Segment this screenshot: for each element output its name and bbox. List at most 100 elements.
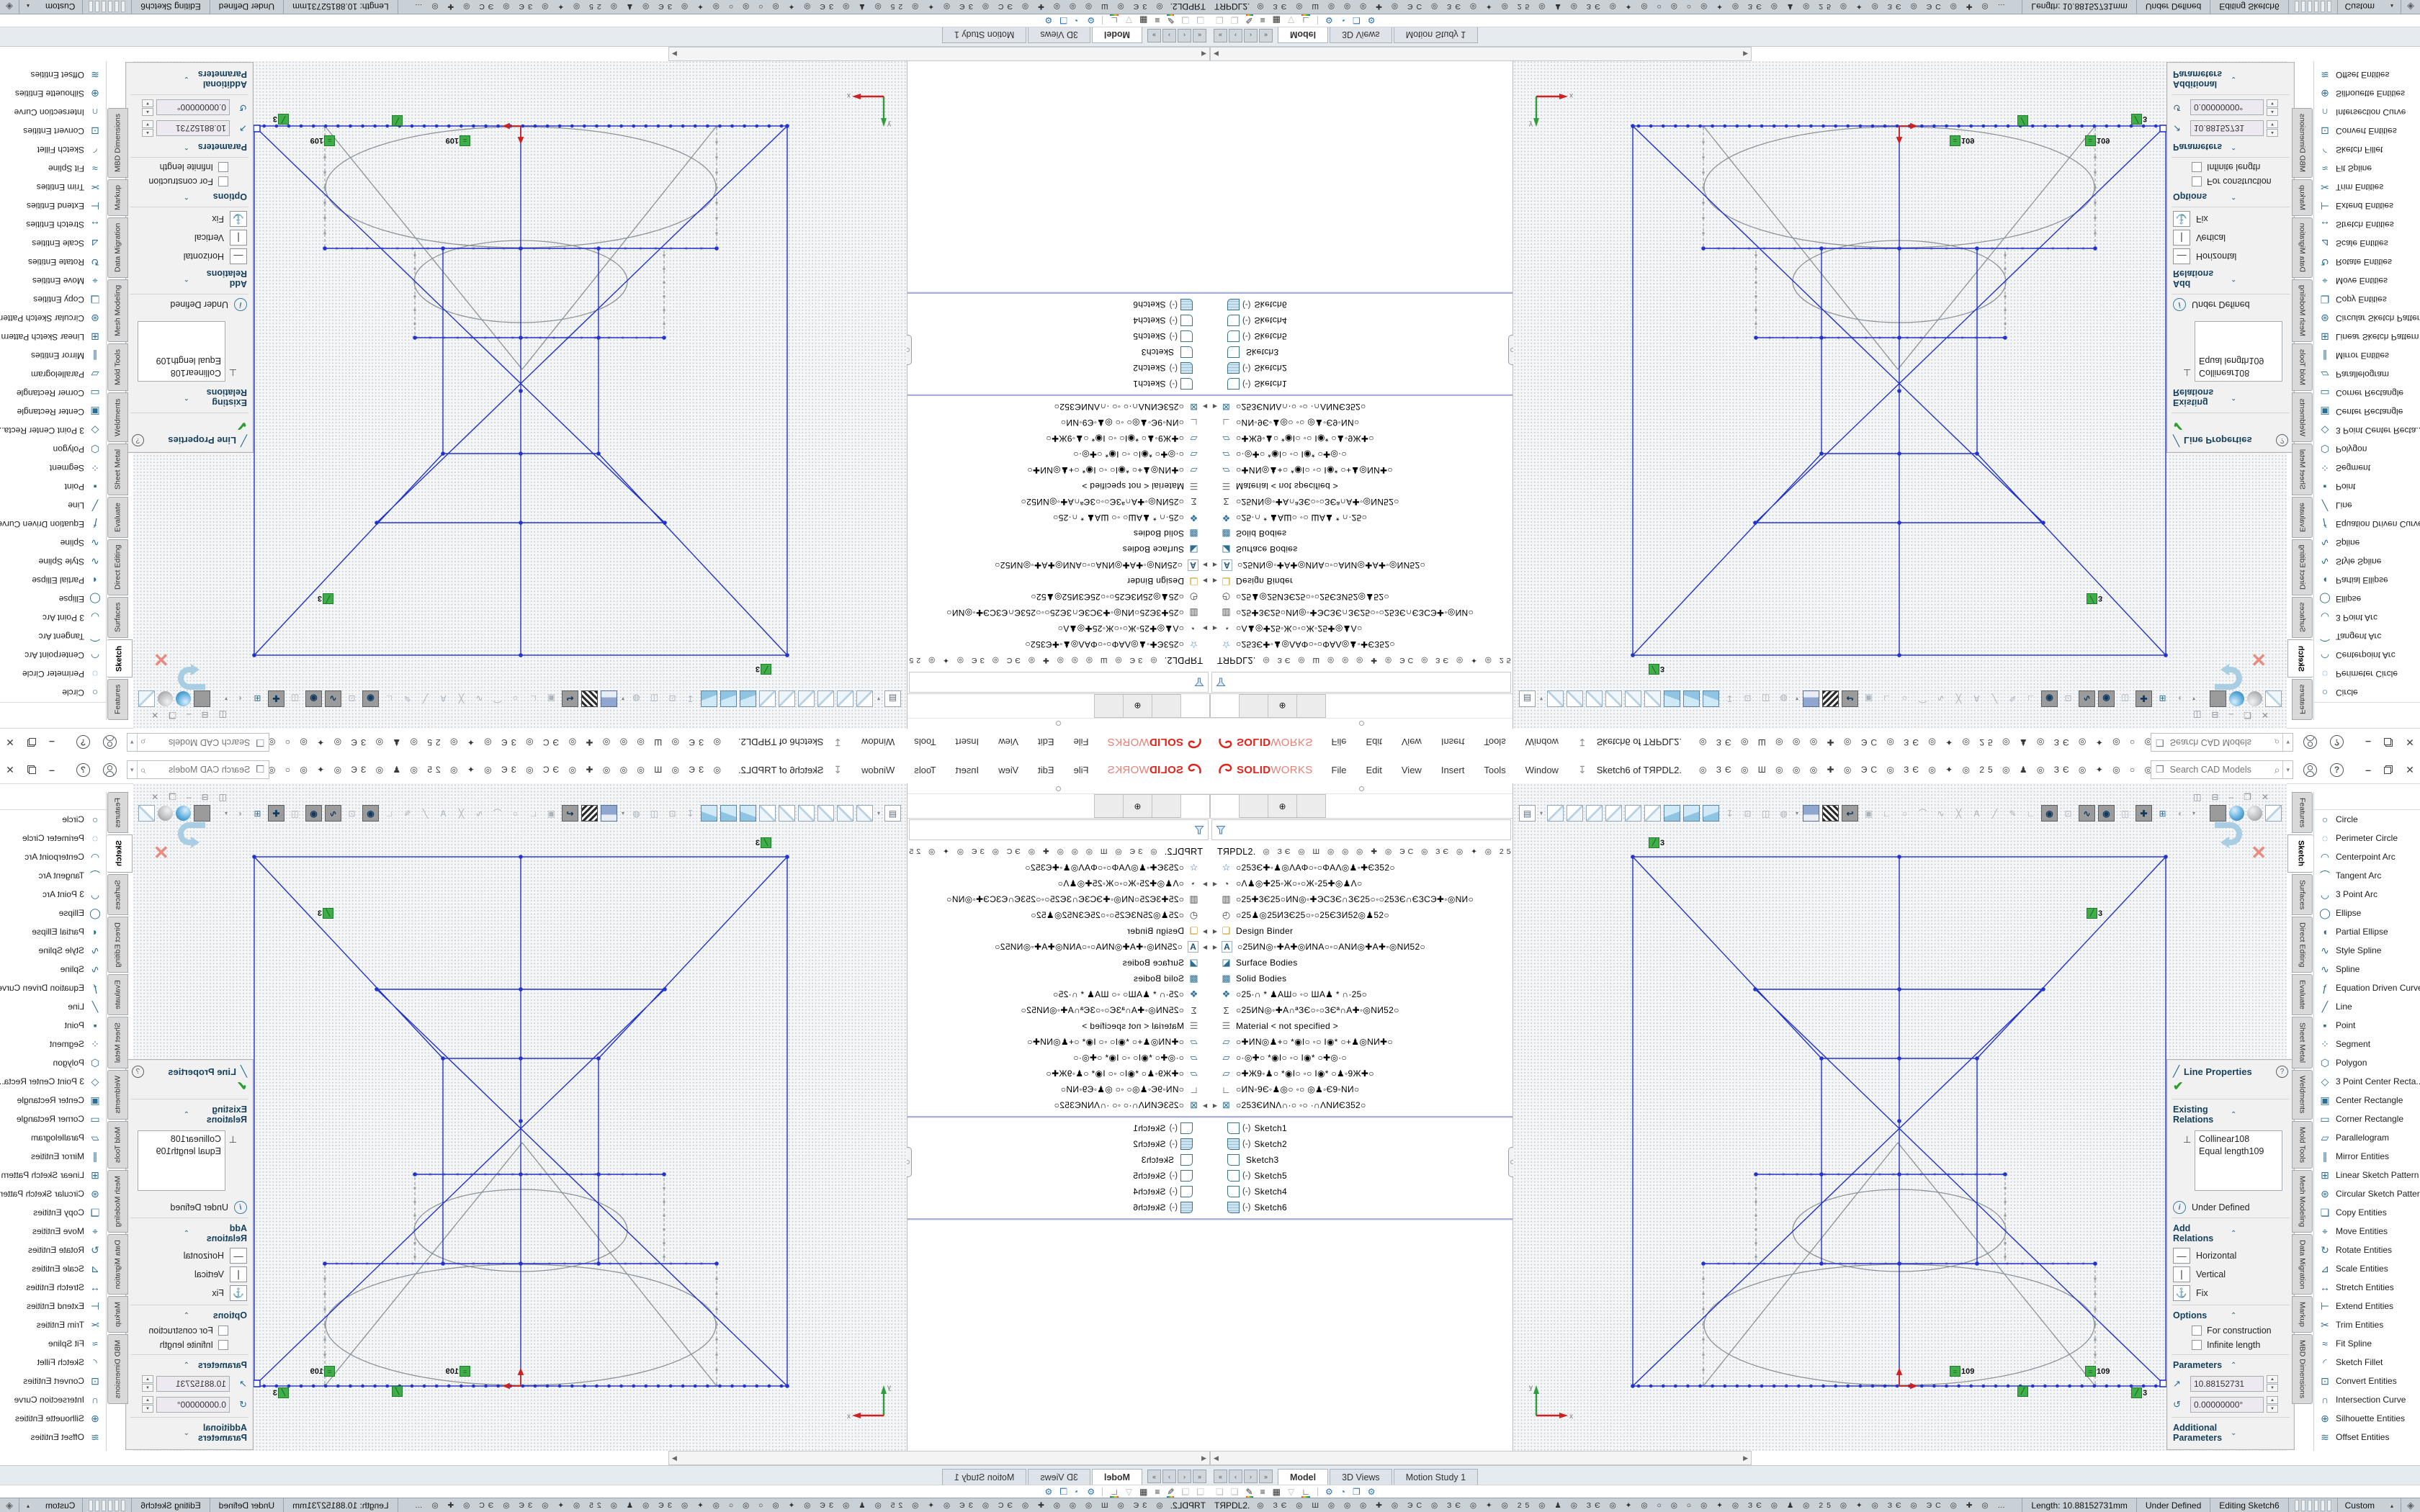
palette-tool[interactable]: ≈ Fit Spline: [0, 159, 106, 178]
commandmanager-tab[interactable]: Sketch: [107, 639, 133, 677]
checkbox[interactable]: [218, 176, 228, 186]
menu-item[interactable]: Window: [861, 765, 895, 775]
relation-item[interactable]: Collinear108: [2199, 1133, 2278, 1146]
option-checkbox-row[interactable]: For construction: [126, 174, 253, 189]
user-account-icon[interactable]: [2303, 736, 2317, 750]
palette-tool[interactable]: ○ Circle: [2314, 810, 2420, 829]
add-relations-header[interactable]: Add Relations⌃: [126, 266, 253, 292]
sketch-row[interactable]: (-) Sketch5: [908, 328, 1210, 344]
palette-tool[interactable]: ↻ Rotate Entities: [2314, 1241, 2420, 1259]
palette-tool[interactable]: ↔ Stretch Entities: [2314, 1278, 2420, 1297]
commandmanager-tab[interactable]: Mesh Modeling: [107, 279, 128, 342]
palette-tool[interactable]: ≈ Fit Spline: [2314, 1334, 2420, 1353]
checkbox[interactable]: [2192, 176, 2202, 186]
tree-row[interactable]: ∟ ○ИΝ◦9Є◦♟◎○ ◦○ ◎♟◦Є9◦ΝИ○: [908, 415, 1210, 431]
status-custom-selector[interactable]: Custom▴: [19, 1498, 83, 1512]
search-input[interactable]: [2169, 737, 2275, 748]
propertymanager-tab[interactable]: [1094, 794, 1123, 818]
commandmanager-tab[interactable]: Surfaces: [107, 597, 128, 638]
palette-tool[interactable]: ◜ Sketch Fillet: [2314, 1353, 2420, 1372]
menu-item[interactable]: View: [998, 765, 1018, 775]
palette-tool[interactable]: ⁘ Segment: [2314, 459, 2420, 477]
annotation-tool-icon[interactable]: ▽: [1126, 16, 1132, 26]
relation-badge[interactable]: = 109: [1950, 135, 1974, 146]
commandmanager-tab[interactable]: Direct Editing: [107, 539, 128, 595]
expander-icon[interactable]: ▶: [1200, 562, 1210, 569]
tab-nav-button[interactable]: «: [1214, 29, 1227, 42]
relation-button-icon[interactable]: ❘: [2173, 1266, 2190, 1282]
tree-row[interactable]: ▶ A ○25ИΝ◎◦✚А✚◎ИΝА○◦○АΝИ◎✚А✚◦◎ΝИ52○: [908, 939, 1210, 955]
palette-tool[interactable]: ▱ Parallelogram: [0, 1128, 106, 1147]
add-relation-button[interactable]: ❘ Vertical: [2167, 1265, 2294, 1284]
palette-tool[interactable]: ∿ Spline: [2314, 960, 2420, 978]
relation-item[interactable]: Collinear108: [142, 1133, 221, 1146]
relation-badge[interactable]: = 109: [310, 135, 335, 146]
commandmanager-tab[interactable]: MBD Dimensions: [107, 108, 128, 178]
parameter-input[interactable]: [2190, 121, 2264, 137]
palette-tool[interactable]: ⌒ Tangent Arc: [0, 866, 106, 885]
add-relations-header[interactable]: Add Relations⌃: [2167, 1220, 2294, 1246]
annotation-tool-icon[interactable]: ◔: [1075, 1487, 1080, 1497]
propertymanager-tab[interactable]: [1210, 794, 1240, 818]
palette-tool[interactable]: ⌒ Tangent Arc: [2314, 627, 2420, 646]
commandmanager-tab[interactable]: Data Migration: [107, 1234, 128, 1295]
palette-tool[interactable]: ◖ Partial Ellipse: [2314, 571, 2420, 590]
tree-row[interactable]: ☆ ○253Є✚◦♟◎ΛАΦ○◦○ΦАΛ◎♟◦✚Є352○: [1210, 860, 1512, 876]
commandmanager-tab[interactable]: Sketch: [2287, 834, 2313, 872]
tree-row[interactable]: Σ ○25ИΝ◎◦✚А∩ªЗЄ○◦○ЗЄª∩А✚◦◎ΝИ52○: [1210, 1002, 1512, 1018]
tree-row[interactable]: ◪ Surface Bodies: [908, 541, 1210, 557]
palette-tool[interactable]: ◖ Partial Ellipse: [2314, 922, 2420, 941]
commandmanager-tab[interactable]: Weldments: [107, 1070, 128, 1119]
restore-button[interactable]: [2384, 738, 2393, 747]
tree-row[interactable]: ▱ ○✚Ж9◦♟○ *◉І○ ◦○ І◉* ○♟◦9Ж✚○: [908, 431, 1210, 446]
palette-tool[interactable]: ▪ Point: [2314, 1016, 2420, 1035]
menu-item[interactable]: Window: [1525, 765, 1559, 775]
checkbox[interactable]: [218, 1340, 228, 1350]
palette-tool[interactable]: ↻ Rotate Entities: [0, 253, 106, 271]
tree-row[interactable]: ∟ ○ИΝ◦9Є◦♟◎○ ◦○ ◎♟◦Є9◦ΝИ○: [1210, 415, 1512, 431]
commandmanager-tab[interactable]: Features: [107, 679, 128, 720]
tree-splitter[interactable]: [1210, 1218, 1512, 1220]
menu-item[interactable]: File: [1332, 765, 1347, 775]
spinner[interactable]: ▲▼: [2267, 99, 2278, 116]
spinner[interactable]: ▲▼: [2267, 120, 2278, 137]
panel-help-icon[interactable]: ?: [2276, 1066, 2288, 1078]
annotation-tool-icon[interactable]: ◔: [1075, 16, 1080, 26]
close-button[interactable]: ✕: [0, 764, 20, 776]
menu-item[interactable]: Insert: [956, 737, 980, 748]
palette-tool[interactable]: ⊕ Silhouette Entities: [0, 1409, 106, 1428]
cancel-sketch-icon[interactable]: ✕: [153, 842, 169, 864]
tree-row[interactable]: ▩ Solid Bodies: [908, 526, 1210, 541]
palette-tool[interactable]: ▱ Parallelogram: [2314, 1128, 2420, 1147]
pin-icon[interactable]: ↧: [1578, 764, 1587, 776]
tree-row[interactable]: ▥ ○25✚3Є25○ИΝ◎◦✚ЭСЗЄ∩ЗЄ25○◦○253Є∩ЄЗСЭ✚◦◎…: [908, 605, 1210, 621]
annotation-tool-icon[interactable]: ∟: [1110, 16, 1119, 26]
pin-icon[interactable]: ↧: [1578, 737, 1587, 749]
tree-row[interactable]: ▶ ❑ Design Binder: [1210, 573, 1512, 589]
tree-row[interactable]: ◴ ○25♟◎25ИЗЄ25○◦○25ЄЗИ52◎♟52○: [1210, 907, 1512, 923]
palette-tool[interactable]: ⬡ Polygon: [2314, 440, 2420, 459]
palette-tool[interactable]: ⊕ Silhouette Entities: [0, 84, 106, 103]
annotation-tool-icon[interactable]: ▦: [1139, 16, 1147, 26]
palette-tool[interactable]: ⊢ Extend Entities: [0, 1297, 106, 1315]
tab-nav-button[interactable]: ‹: [1229, 29, 1242, 42]
close-button[interactable]: ✕: [0, 737, 20, 749]
tree-splitter[interactable]: [1210, 1116, 1512, 1117]
tree-splitter[interactable]: [908, 1116, 1210, 1117]
tree-row[interactable]: ▥ ○25✚3Є25○ИΝ◎◦✚ЭСЗЄ∩ЗЄ25○◦○253Є∩ЄЗСЭ✚◦◎…: [908, 891, 1210, 907]
annotation-tool-icon[interactable]: ❏: [1216, 16, 1224, 26]
commandmanager-tab[interactable]: Mold Tools: [2292, 1121, 2313, 1169]
palette-tool[interactable]: ⊛ Circular Sketch Pattern: [0, 309, 106, 328]
document-tab[interactable]: Model: [1278, 27, 1328, 43]
sketch-row[interactable]: (-) Sketch2: [1210, 360, 1512, 376]
sketch-row[interactable]: (-) Sketch4: [1210, 312, 1512, 328]
minimize-button[interactable]: –: [42, 737, 62, 748]
palette-tool[interactable]: ⬡ Polygon: [0, 440, 106, 459]
tree-splitter[interactable]: [908, 395, 1210, 396]
document-tab[interactable]: Model: [1092, 27, 1142, 43]
tree-row[interactable]: ▶ ⊠ ○253ЄИΝΛ∩·○ ◦○ ·∩ΛΝИЄ352○: [1210, 1097, 1512, 1113]
sketch-row[interactable]: (-) Sketch4: [908, 1184, 1210, 1200]
palette-tool[interactable]: ○ Circle: [0, 683, 106, 702]
relation-button-icon[interactable]: ⚓: [2173, 211, 2190, 227]
tab-nav-button[interactable]: ›: [1244, 29, 1258, 42]
